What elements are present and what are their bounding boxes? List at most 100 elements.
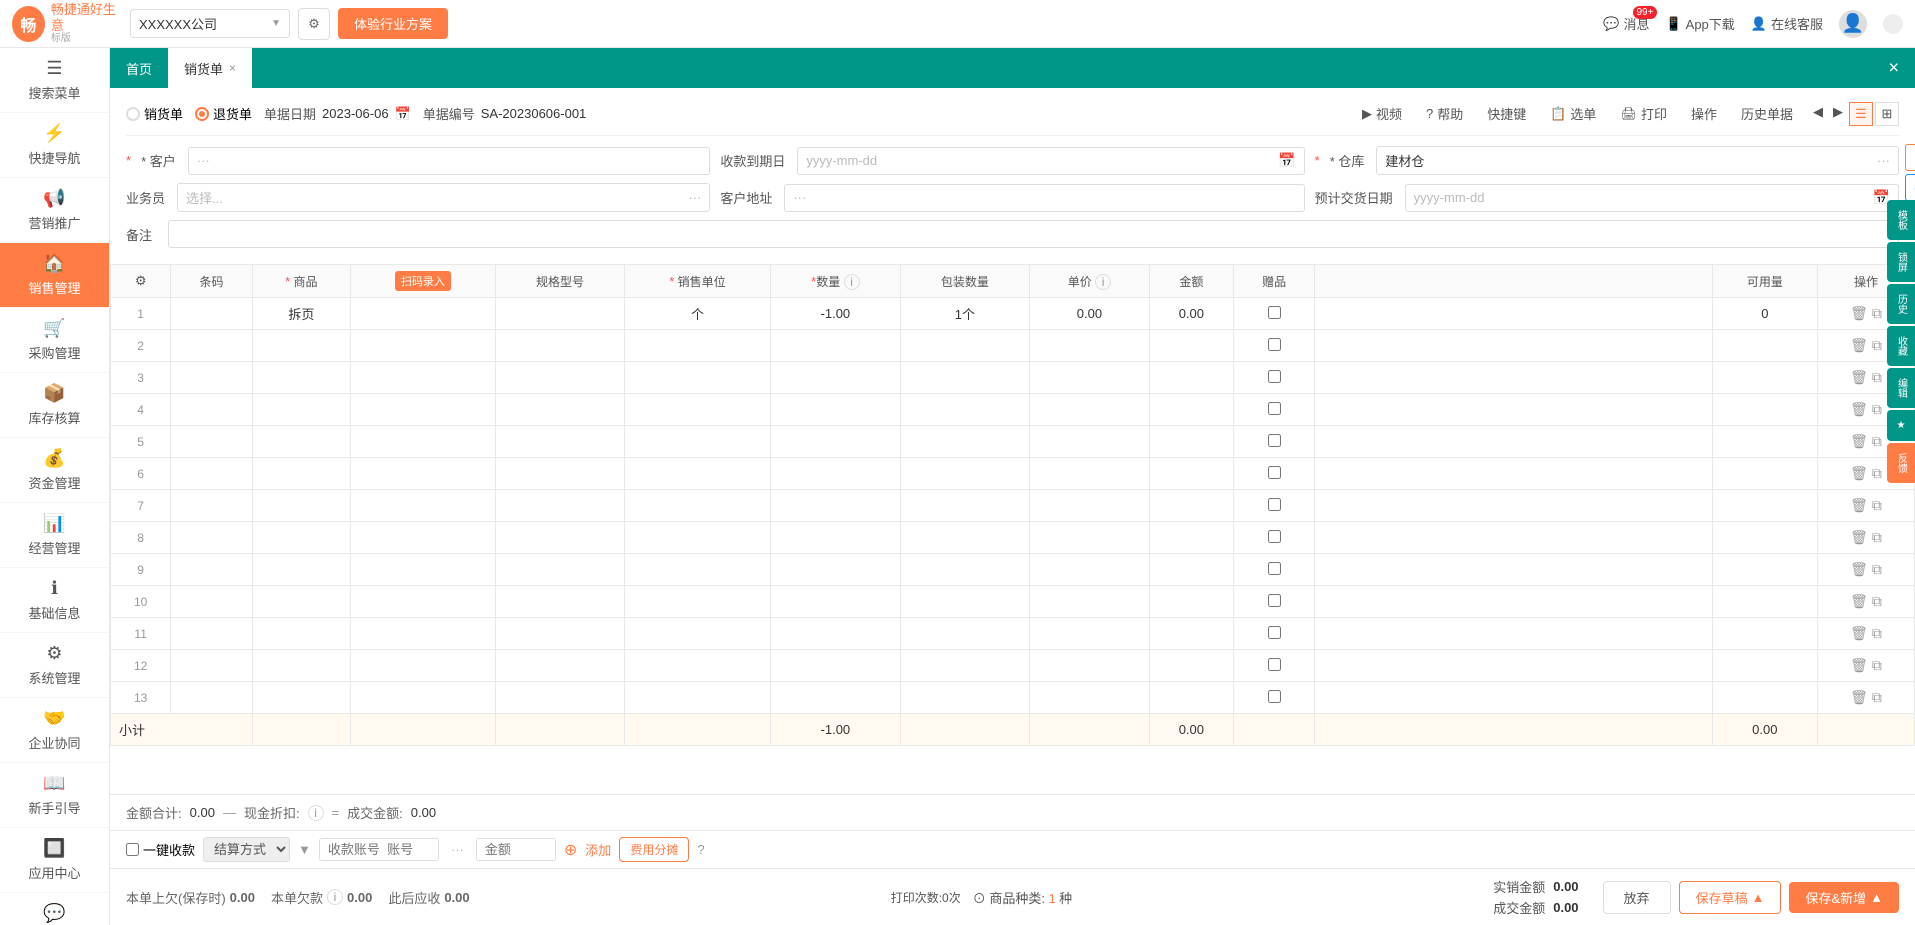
sidebar-item-operation[interactable]: 📊 经营管理 — [0, 503, 109, 568]
tab-home[interactable]: 首页 — [110, 48, 168, 88]
cell-unit[interactable] — [625, 426, 771, 458]
cell-spec[interactable] — [495, 458, 624, 490]
cell-spec[interactable] — [495, 426, 624, 458]
cell-product[interactable] — [252, 522, 350, 554]
cell-remarks[interactable] — [1315, 586, 1712, 618]
cell-price[interactable] — [1029, 554, 1149, 586]
copy-icon[interactable]: ⧉ — [1872, 689, 1882, 706]
warehouse-input[interactable]: 建材仓 ··· — [1376, 146, 1899, 175]
cell-price[interactable] — [1029, 650, 1149, 682]
cell-product[interactable] — [252, 682, 350, 714]
video-button[interactable]: ▶ 视频 — [1354, 100, 1410, 127]
gift-checkbox[interactable] — [1268, 530, 1281, 543]
next-icon[interactable]: ▶ — [1829, 102, 1847, 126]
remark-input[interactable] — [168, 220, 1899, 248]
cell-spec[interactable] — [495, 490, 624, 522]
cell-pack-qty[interactable] — [900, 586, 1029, 618]
cell-barcode[interactable] — [171, 426, 252, 458]
cell-unit[interactable] — [625, 458, 771, 490]
copy-icon[interactable]: ⧉ — [1872, 529, 1882, 546]
tab-sales-order[interactable]: 销货单 × — [168, 48, 252, 88]
cell-amount[interactable] — [1149, 490, 1233, 522]
cell-amount[interactable] — [1149, 458, 1233, 490]
cell-product[interactable] — [252, 458, 350, 490]
cell-unit[interactable] — [625, 330, 771, 362]
settings-button[interactable]: ⚙ ⚙ 设置 — [1905, 144, 1915, 171]
cell-price[interactable] — [1029, 458, 1149, 490]
delete-icon[interactable]: 🗑 — [1850, 561, 1868, 578]
cell-pack-qty[interactable] — [900, 394, 1029, 426]
cell-qty[interactable] — [770, 586, 900, 618]
history-button[interactable]: 历史单据 — [1733, 100, 1801, 127]
cell-amount[interactable] — [1149, 554, 1233, 586]
copy-icon[interactable]: ⧉ — [1872, 433, 1882, 450]
cell-remarks[interactable] — [1315, 554, 1712, 586]
cell-pack-qty[interactable] — [900, 458, 1029, 490]
copy-icon[interactable]: ⧉ — [1872, 625, 1882, 642]
cell-gift[interactable] — [1233, 490, 1314, 522]
cell-barcode[interactable] — [171, 618, 252, 650]
delete-icon[interactable]: 🗑 — [1850, 497, 1868, 514]
cell-barcode[interactable] — [171, 362, 252, 394]
cell-remarks[interactable] — [1315, 522, 1712, 554]
save-new-button[interactable]: 保存&新增 ▲ — [1789, 882, 1899, 913]
cell-qty[interactable] — [770, 330, 900, 362]
cell-amount[interactable] — [1149, 618, 1233, 650]
radio-sale-order[interactable]: 销货单 — [126, 104, 183, 123]
gift-checkbox[interactable] — [1268, 594, 1281, 607]
radio-return-order[interactable]: 退货单 — [195, 104, 252, 123]
cell-barcode[interactable] — [171, 586, 252, 618]
cell-gift[interactable] — [1233, 330, 1314, 362]
cell-product[interactable] — [252, 426, 350, 458]
float-favorite-btn[interactable]: 收藏 — [1887, 326, 1915, 366]
cell-product[interactable] — [252, 394, 350, 426]
gift-checkbox[interactable] — [1268, 658, 1281, 671]
grid-view-icon[interactable]: ⊞ — [1875, 102, 1899, 126]
online-service-button[interactable]: 👤 在线客服 — [1751, 14, 1823, 33]
cell-remarks[interactable] — [1315, 458, 1712, 490]
select-button[interactable]: 📋 选单 — [1542, 100, 1604, 127]
cell-product[interactable] — [252, 618, 350, 650]
float-star-btn[interactable]: ★ — [1887, 410, 1915, 441]
copy-icon[interactable]: ⧉ — [1872, 305, 1882, 322]
cell-barcode[interactable] — [171, 650, 252, 682]
cell-amount[interactable] — [1149, 330, 1233, 362]
payment-amount-input[interactable] — [476, 838, 556, 861]
cell-unit[interactable] — [625, 522, 771, 554]
cell-unit[interactable]: 个 — [625, 298, 771, 330]
copy-icon[interactable]: ⧉ — [1872, 593, 1882, 610]
cell-amount[interactable]: 0.00 — [1149, 298, 1233, 330]
copy-icon[interactable]: ⧉ — [1872, 369, 1882, 386]
cell-barcode[interactable] — [171, 554, 252, 586]
cell-amount[interactable] — [1149, 650, 1233, 682]
cell-remarks[interactable] — [1315, 618, 1712, 650]
sidebar-item-finance[interactable]: 💰 资金管理 — [0, 438, 109, 503]
cell-price[interactable] — [1029, 682, 1149, 714]
delivery-date-input[interactable]: yyyy-mm-dd 📅 — [1405, 184, 1899, 212]
payment-method-select[interactable]: 结算方式 — [203, 837, 290, 862]
cell-spec[interactable] — [495, 586, 624, 618]
sidebar-item-wechat[interactable]: 💬 企业微信 — [0, 893, 109, 925]
expense-split-button[interactable]: 费用分摊 — [619, 837, 689, 862]
delete-icon[interactable]: 🗑 — [1850, 433, 1868, 450]
cell-price[interactable] — [1029, 490, 1149, 522]
gift-checkbox[interactable] — [1268, 562, 1281, 575]
copy-icon[interactable]: ⧉ — [1872, 337, 1882, 354]
cell-remarks[interactable] — [1315, 682, 1712, 714]
gift-checkbox[interactable] — [1268, 626, 1281, 639]
cell-remarks[interactable] — [1315, 394, 1712, 426]
cell-product[interactable] — [252, 586, 350, 618]
copy-icon[interactable]: ⧉ — [1872, 465, 1882, 482]
cell-barcode[interactable] — [171, 522, 252, 554]
company-selector[interactable]: XXXXXX公司 ▼ — [130, 9, 290, 38]
cell-barcode[interactable] — [171, 682, 252, 714]
cell-gift[interactable] — [1233, 362, 1314, 394]
cell-gift[interactable] — [1233, 618, 1314, 650]
cell-qty[interactable] — [770, 362, 900, 394]
sidebar-item-enterprise[interactable]: 🤝 企业协同 — [0, 698, 109, 763]
cell-pack-qty[interactable] — [900, 554, 1029, 586]
delete-icon[interactable]: 🗑 — [1850, 401, 1868, 418]
gift-checkbox[interactable] — [1268, 466, 1281, 479]
delete-icon[interactable]: 🗑 — [1850, 337, 1868, 354]
sidebar-item-system[interactable]: ⚙ 系统管理 — [0, 633, 109, 698]
